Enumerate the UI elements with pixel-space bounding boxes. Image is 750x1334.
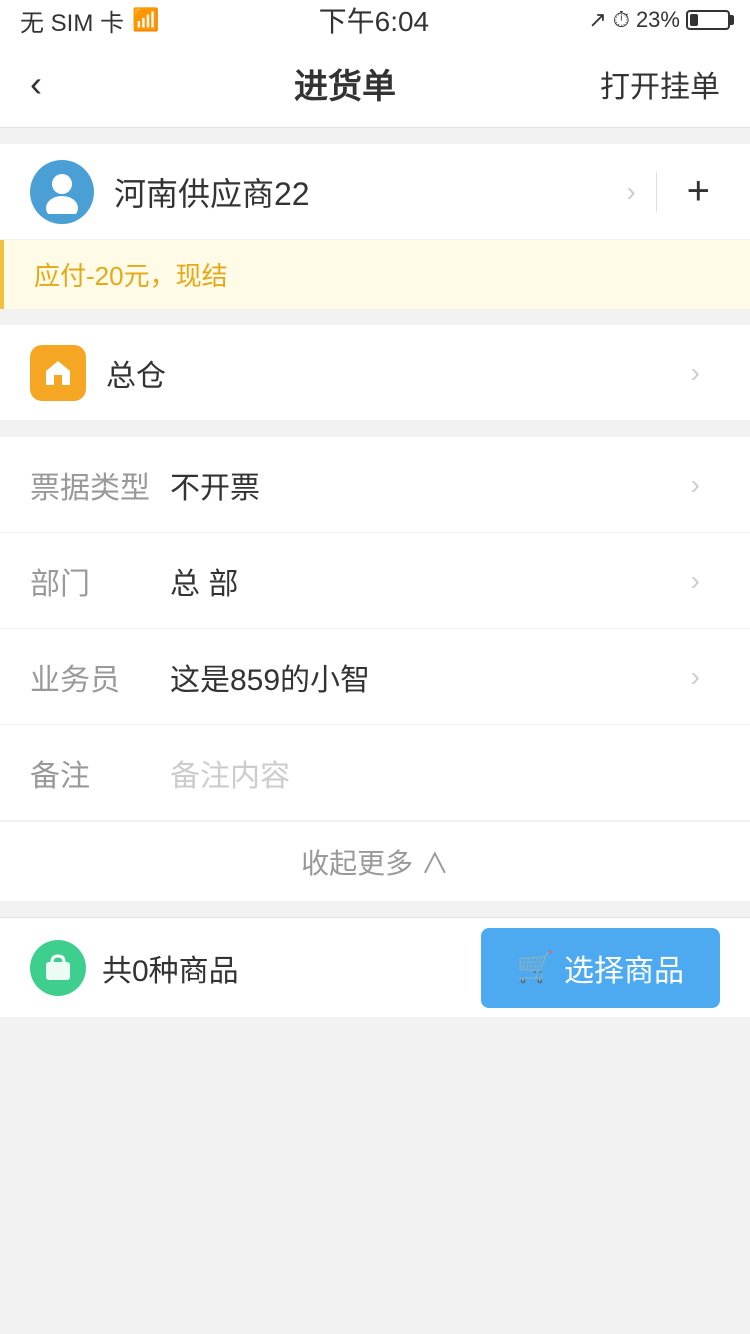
- add-supplier-button[interactable]: +: [677, 169, 720, 214]
- back-button[interactable]: ‹: [30, 63, 90, 105]
- bag-icon: [42, 952, 74, 984]
- invoice-type-chevron-icon: ›: [691, 469, 700, 501]
- supplier-card: 河南供应商22 › + 应付-20元，现结: [0, 144, 750, 309]
- status-carrier: 无 SIM 卡 📶: [20, 3, 159, 38]
- warehouse-row[interactable]: 总仓 ›: [0, 325, 750, 421]
- invoice-type-label: 票据类型: [30, 463, 170, 507]
- person-icon: [40, 170, 84, 214]
- location-icon: ↗: [588, 7, 606, 33]
- section-sep-3: [0, 421, 750, 437]
- supplier-row[interactable]: 河南供应商22 › +: [0, 144, 750, 240]
- remark-row[interactable]: 备注 备注内容: [0, 725, 750, 821]
- nav-bar: ‹ 进货单 打开挂单: [0, 40, 750, 128]
- bottom-bar: 共0种商品 🛒 选择商品: [0, 917, 750, 1017]
- select-product-button[interactable]: 🛒 选择商品: [481, 928, 720, 1008]
- select-product-label: 选择商品: [564, 946, 684, 990]
- product-count-text: 共0种商品: [102, 946, 481, 990]
- status-time: 下午6:04: [319, 0, 430, 40]
- open-pending-button[interactable]: 打开挂单: [600, 62, 720, 106]
- remark-label: 备注: [30, 751, 170, 795]
- section-sep-1: [0, 128, 750, 144]
- section-sep-4: [0, 901, 750, 917]
- collapse-label: 收起更多 ∧: [301, 842, 449, 882]
- select-product-icon: 🛒: [517, 950, 554, 985]
- department-label: 部门: [30, 559, 170, 603]
- supplier-chevron-icon: ›: [626, 176, 635, 208]
- department-value: 总 部: [170, 559, 691, 603]
- battery-icon: [686, 10, 730, 30]
- status-indicators: ↗ ⏱ 23%: [588, 7, 730, 33]
- battery-percent: 23%: [636, 7, 680, 33]
- divider: [656, 172, 657, 212]
- warehouse-card: 总仓 ›: [0, 325, 750, 421]
- salesperson-row[interactable]: 业务员 这是859的小智 ›: [0, 629, 750, 725]
- page-title: 进货单: [294, 59, 396, 108]
- warehouse-chevron-icon: ›: [691, 357, 700, 389]
- carrier-text: 无 SIM 卡: [20, 3, 124, 38]
- invoice-type-row[interactable]: 票据类型 不开票 ›: [0, 437, 750, 533]
- department-chevron-icon: ›: [691, 565, 700, 597]
- section-sep-2: [0, 309, 750, 325]
- gray-fill: [0, 1017, 750, 1317]
- form-card: 票据类型 不开票 › 部门 总 部 › 业务员 这是859的小智 › 备注 备注…: [0, 437, 750, 901]
- status-bar: 无 SIM 卡 📶 下午6:04 ↗ ⏱ 23%: [0, 0, 750, 40]
- product-count-icon: [30, 940, 86, 996]
- salesperson-value: 这是859的小智: [170, 655, 691, 699]
- wifi-icon: 📶: [132, 7, 159, 33]
- invoice-type-value: 不开票: [170, 463, 691, 507]
- supplier-name: 河南供应商22: [114, 169, 626, 215]
- house-icon: [42, 357, 74, 389]
- alarm-icon: ⏱: [613, 7, 630, 33]
- collapse-row[interactable]: 收起更多 ∧: [0, 821, 750, 901]
- warehouse-label: 总仓: [106, 351, 691, 395]
- salesperson-label: 业务员: [30, 655, 170, 699]
- salesperson-chevron-icon: ›: [691, 661, 700, 693]
- remark-value[interactable]: 备注内容: [170, 751, 720, 795]
- warehouse-icon: [30, 345, 86, 401]
- supplier-avatar: [30, 160, 94, 224]
- department-row[interactable]: 部门 总 部 ›: [0, 533, 750, 629]
- notice-banner: 应付-20元，现结: [0, 240, 750, 309]
- notice-text: 应付-20元，现结: [34, 261, 228, 291]
